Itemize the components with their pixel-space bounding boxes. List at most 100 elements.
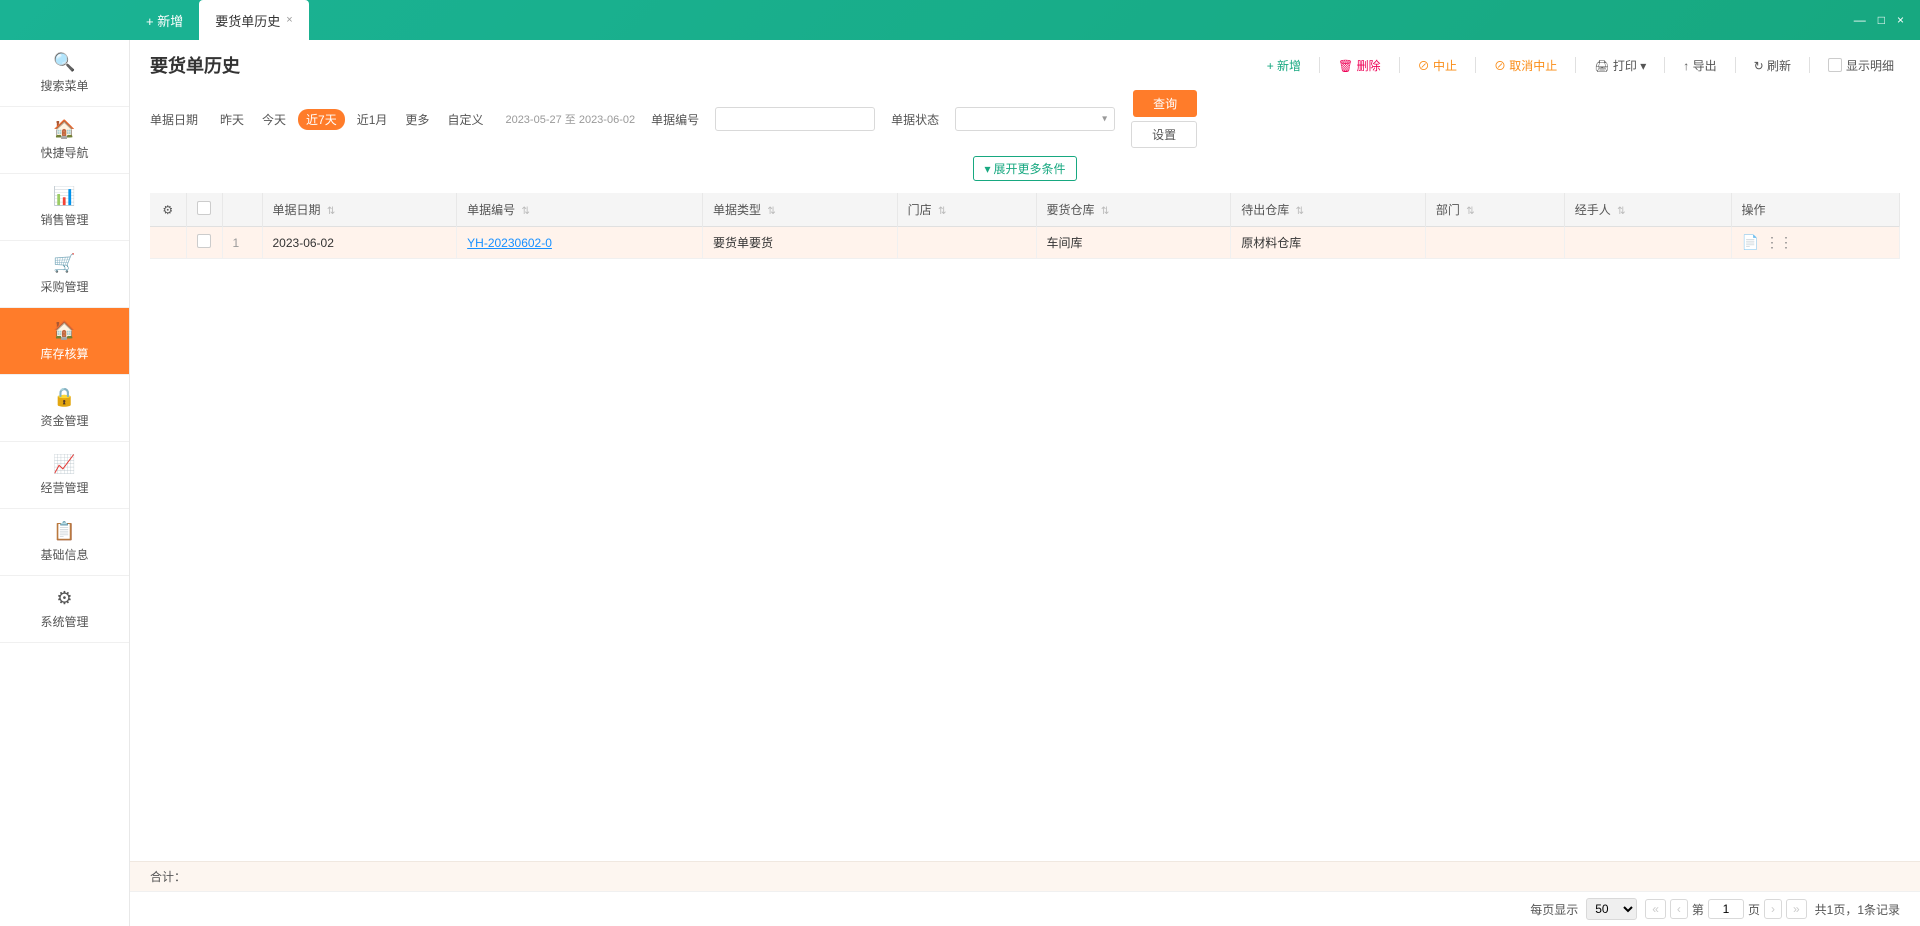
toolbar: + 新增 🗑 🗑 删除删除 ⊘ 中止 ⊘ 取消中止 🖨 打印 ▾ ↑ 导出 ↻ … (1261, 53, 1900, 78)
refresh-button[interactable]: ↻ 刷新 (1748, 53, 1797, 78)
order-no-label: 单据编号 (651, 111, 699, 128)
inventory-icon: 🏠 (53, 320, 75, 341)
page-input[interactable] (1708, 899, 1744, 919)
shortcut-1month[interactable]: 近1月 (351, 109, 394, 130)
sidebar-label-search: 搜索菜单 (40, 77, 88, 94)
shortcut-7days[interactable]: 近7天 (298, 109, 345, 130)
td-order-no[interactable]: YH-20230602-0 (457, 227, 703, 259)
last-page-btn[interactable]: » (1786, 899, 1807, 919)
display-detail-button[interactable]: 显示明细 (1822, 53, 1900, 78)
expand-more-btn[interactable]: ▾ 展开更多条件 (973, 156, 1076, 181)
data-table: ⚙ 单据日期 ⇅ 单据编号 ⇅ 单据类型 ⇅ 门店 ⇅ 要货仓库 ⇅ 待出仓库 … (150, 193, 1900, 259)
th-store[interactable]: 门店 ⇅ (897, 193, 1036, 227)
th-order-type[interactable]: 单据类型 ⇅ (703, 193, 898, 227)
next-page-btn[interactable]: › (1764, 899, 1782, 919)
filter-settings-button[interactable]: 设置 (1131, 121, 1197, 148)
per-page-label: 每页显示 (1530, 901, 1578, 918)
content-area: 要货单历史 + 新增 🗑 🗑 删除删除 ⊘ 中止 ⊘ 取消中止 🖨 打印 ▾ ↑… (130, 40, 1920, 926)
status-select-wrapper (955, 107, 1115, 131)
tab-close-icon[interactable]: × (286, 14, 292, 26)
sidebar-item-sales[interactable]: 📊 销售管理 (0, 174, 129, 241)
sidebar-label-finance: 资金管理 (40, 412, 88, 429)
separator-3 (1475, 57, 1476, 73)
sort-orderno-icon: ⇅ (522, 206, 530, 217)
select-all-checkbox[interactable] (197, 201, 211, 215)
sort-store-icon: ⇅ (938, 206, 946, 217)
system-icon: ⚙ (56, 588, 72, 609)
operations-icon: 📈 (53, 454, 75, 475)
window-controls: — □ × (1854, 13, 1904, 27)
th-num (222, 193, 262, 227)
table-row[interactable]: 1 2023-06-02 YH-20230602-0 要货单要货 车间库 原材料… (150, 227, 1900, 259)
filter-area: 单据日期 昨天 今天 近7天 近1月 更多 自定义 2023-05-27 至 2… (130, 78, 1920, 193)
status-label: 单据状态 (891, 111, 939, 128)
query-button[interactable]: 查询 (1133, 90, 1197, 117)
th-wait-warehouse[interactable]: 待出仓库 ⇅ (1231, 193, 1426, 227)
td-order-type: 要货单要货 (703, 227, 898, 259)
status-select[interactable] (955, 107, 1115, 131)
page-suffix: 页 (1748, 901, 1760, 918)
td-req-warehouse: 车间库 (1036, 227, 1231, 259)
delete-button[interactable]: 🗑 🗑 删除删除 (1332, 53, 1387, 78)
sidebar-item-inventory[interactable]: 🏠 库存核算 (0, 308, 129, 375)
separator-2 (1399, 57, 1400, 73)
print-button[interactable]: 🖨 打印 ▾ (1588, 53, 1652, 78)
sidebar-item-system[interactable]: ⚙ 系统管理 (0, 576, 129, 643)
sort-date-icon: ⇅ (327, 206, 335, 217)
window-maximize-btn[interactable]: □ (1878, 13, 1885, 27)
home-icon: 🏠 (53, 119, 75, 140)
top-bar: + 新增 要货单历史 × — □ × (0, 0, 1920, 40)
table-body: 1 2023-06-02 YH-20230602-0 要货单要货 车间库 原材料… (150, 227, 1900, 259)
purchase-icon: 🛒 (53, 253, 75, 274)
shortcut-more[interactable]: 更多 (399, 109, 435, 130)
sidebar-label-quick-nav: 快捷导航 (40, 144, 88, 161)
sidebar-item-search[interactable]: 🔍 搜索菜单 (0, 40, 129, 107)
export-button[interactable]: ↑ 导出 (1677, 53, 1722, 78)
sort-type-icon: ⇅ (767, 206, 775, 217)
window-minimize-btn[interactable]: — (1854, 13, 1866, 27)
table-wrapper: ⚙ 单据日期 ⇅ 单据编号 ⇅ 单据类型 ⇅ 门店 ⇅ 要货仓库 ⇅ 待出仓库 … (130, 193, 1920, 861)
window-close-btn[interactable]: × (1897, 13, 1904, 27)
row-edit-icon[interactable]: 📄 (1742, 234, 1759, 251)
chevron-down-icon: ▾ (984, 162, 990, 176)
order-no-input[interactable] (715, 107, 875, 131)
sidebar-item-finance[interactable]: 🔒 资金管理 (0, 375, 129, 442)
tab-order-history[interactable]: 要货单历史 × (199, 0, 308, 40)
first-page-btn[interactable]: « (1645, 899, 1666, 919)
sort-req-icon: ⇅ (1101, 206, 1109, 217)
shortcut-custom[interactable]: 自定义 (441, 109, 489, 130)
sort-wait-icon: ⇅ (1296, 206, 1304, 217)
sidebar-item-quick-nav[interactable]: 🏠 快捷导航 (0, 107, 129, 174)
th-order-no[interactable]: 单据编号 ⇅ (457, 193, 703, 227)
sort-dept-icon: ⇅ (1466, 206, 1474, 217)
row-more-icon[interactable]: ⋮⋮ (1765, 234, 1793, 251)
stop-button[interactable]: ⊘ 中止 (1412, 53, 1463, 78)
action-buttons: 查询 设置 (1131, 90, 1197, 148)
sidebar-label-inventory: 库存核算 (40, 345, 88, 362)
th-req-warehouse[interactable]: 要货仓库 ⇅ (1036, 193, 1231, 227)
row-op-icons: 📄 ⋮⋮ (1742, 234, 1889, 251)
add-button[interactable]: + 新增 (1261, 53, 1307, 78)
th-settings[interactable]: ⚙ (150, 193, 186, 227)
shortcut-today[interactable]: 今天 (256, 109, 292, 130)
search-icon: 🔍 (53, 52, 75, 73)
td-settings (150, 227, 186, 259)
th-date[interactable]: 单据日期 ⇅ (262, 193, 457, 227)
main-layout: 🔍 搜索菜单 🏠 快捷导航 📊 销售管理 🛒 采购管理 🏠 库存核算 🔒 资金管… (0, 40, 1920, 926)
td-checkbox (186, 227, 222, 259)
tab-home[interactable]: + 新增 (130, 0, 199, 40)
row-checkbox[interactable] (197, 234, 211, 248)
sidebar-label-sales: 销售管理 (40, 211, 88, 228)
th-department[interactable]: 部门 ⇅ (1425, 193, 1564, 227)
cancel-stop-button[interactable]: ⊘ 取消中止 (1488, 53, 1563, 78)
shortcut-yesterday[interactable]: 昨天 (214, 109, 250, 130)
prev-page-btn[interactable]: ‹ (1670, 899, 1688, 919)
date-label: 单据日期 (150, 111, 198, 128)
td-operations: 📄 ⋮⋮ (1731, 227, 1899, 259)
th-operations: 操作 (1731, 193, 1899, 227)
sidebar-item-operations[interactable]: 📈 经营管理 (0, 442, 129, 509)
sidebar-item-purchase[interactable]: 🛒 采购管理 (0, 241, 129, 308)
per-page-select[interactable]: 10 20 50 100 (1586, 898, 1637, 920)
sidebar-item-basic-info[interactable]: 📋 基础信息 (0, 509, 129, 576)
th-handler[interactable]: 经手人 ⇅ (1564, 193, 1731, 227)
